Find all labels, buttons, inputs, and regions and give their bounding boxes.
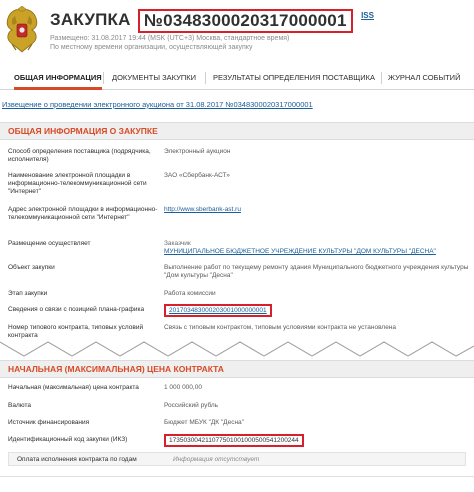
row-value: http://www.sberbank-ast.ru (164, 206, 474, 214)
row-value: Выполнение работ по текущему ремонту зда… (164, 264, 469, 279)
customer-link[interactable]: МУНИЦИПАЛЬНОЕ БЮДЖЕТНОЕ УЧРЕЖДЕНИЕ КУЛЬТ… (164, 248, 474, 256)
row-label: Объект закупки (8, 264, 55, 271)
row-value: 201703483000203001000000001 (164, 304, 474, 317)
row-value: 173503004211077501001000500541200244 (164, 434, 474, 447)
payment-by-years-label: Оплата исполнения контракта по годам (17, 456, 137, 463)
row-value: Электронный аукцион (164, 148, 231, 155)
posted-date: Размещено: 31.08.2017 19:44 (MSK (UTC+3)… (50, 35, 290, 42)
row-label: Источник финансирования (8, 419, 90, 426)
row-label: Адрес электронной площадки в информацион… (8, 206, 158, 221)
purchase-number: №0348300020317000001 (138, 9, 353, 33)
row-label: Начальная (максимальная) цена контракта (8, 384, 139, 391)
customer-role: Заказчик (164, 240, 191, 247)
notice-link[interactable]: Извещение о проведении электронного аукц… (2, 100, 313, 109)
tab-documents[interactable]: ДОКУМЕНТЫ ЗАКУПКИ (112, 66, 196, 90)
row-value: Связь с типовым контрактом, типовым усло… (164, 324, 397, 331)
payment-by-years-table: Оплата исполнения контракта по годам Инф… (8, 452, 466, 466)
general-info-section: ОБЩАЯ ИНФОРМАЦИЯ О ЗАКУПКЕ (0, 122, 474, 140)
row-label: Валюта (8, 402, 31, 409)
row-value: Работа комиссии (164, 290, 216, 297)
row-value: ЗАО «Сбербанк-АСТ» (164, 172, 230, 179)
price-section: НАЧАЛЬНАЯ (МАКСИМАЛЬНАЯ) ЦЕНА КОНТРАКТА (0, 360, 474, 378)
coat-of-arms-icon (6, 6, 38, 53)
row-label: Этап закупки (8, 290, 48, 297)
row-label: Размещение осуществляет (8, 240, 91, 247)
iss-link[interactable]: ISS (361, 11, 374, 20)
payment-by-years-value: Информация отсутствует (173, 456, 260, 463)
tab-event-log[interactable]: ЖУРНАЛ СОБЫТИЙ (388, 66, 460, 90)
purchase-id-code: 173503004211077501001000500541200244 (164, 434, 304, 447)
title-word: ЗАКУПКА (50, 10, 131, 29)
header: ЗАКУПКА №0348300020317000001 ISS Размеще… (0, 0, 474, 62)
tab-supplier-results[interactable]: РЕЗУЛЬТАТЫ ОПРЕДЕЛЕНИЯ ПОСТАВЩИКА (213, 66, 375, 90)
tab-divider (103, 72, 104, 84)
row-value: Бюджет МБУК "ДК "Десна" (164, 419, 244, 426)
row-value: Российский рубль (164, 402, 219, 409)
row-label: Способ определения поставщика (подрядчик… (8, 148, 151, 163)
tab-divider (381, 72, 382, 84)
tab-divider (205, 72, 206, 84)
section-heading: НАЧАЛЬНАЯ (МАКСИМАЛЬНАЯ) ЦЕНА КОНТРАКТА (0, 360, 474, 378)
posted-timezone-note: По местному времени организации, осущест… (50, 44, 253, 51)
tab-general-info[interactable]: ОБЩАЯ ИНФОРМАЦИЯ (14, 66, 102, 90)
row-value: Заказчик МУНИЦИПАЛЬНОЕ БЮДЖЕТНОЕ УЧРЕЖДЕ… (164, 240, 474, 256)
divider (0, 476, 474, 477)
tab-bar: ОБЩАЯ ИНФОРМАЦИЯ ДОКУМЕНТЫ ЗАКУПКИ РЕЗУЛ… (0, 66, 474, 90)
row-value: 1 000 000,00 (164, 384, 202, 391)
row-label: Идентификационный код закупки (ИКЗ) (8, 436, 128, 443)
page-title: ЗАКУПКА №0348300020317000001 ISS (50, 9, 374, 33)
section-heading: ОБЩАЯ ИНФОРМАЦИЯ О ЗАКУПКЕ (0, 122, 474, 140)
row-label: Наименование электронной площадки в инфо… (8, 172, 147, 195)
torn-edge-divider (0, 341, 474, 357)
plan-schedule-link[interactable]: 201703483000203001000000001 (164, 304, 272, 317)
row-label: Сведения о связи с позицией плана-график… (8, 306, 145, 313)
platform-url-link[interactable]: http://www.sberbank-ast.ru (164, 206, 241, 213)
